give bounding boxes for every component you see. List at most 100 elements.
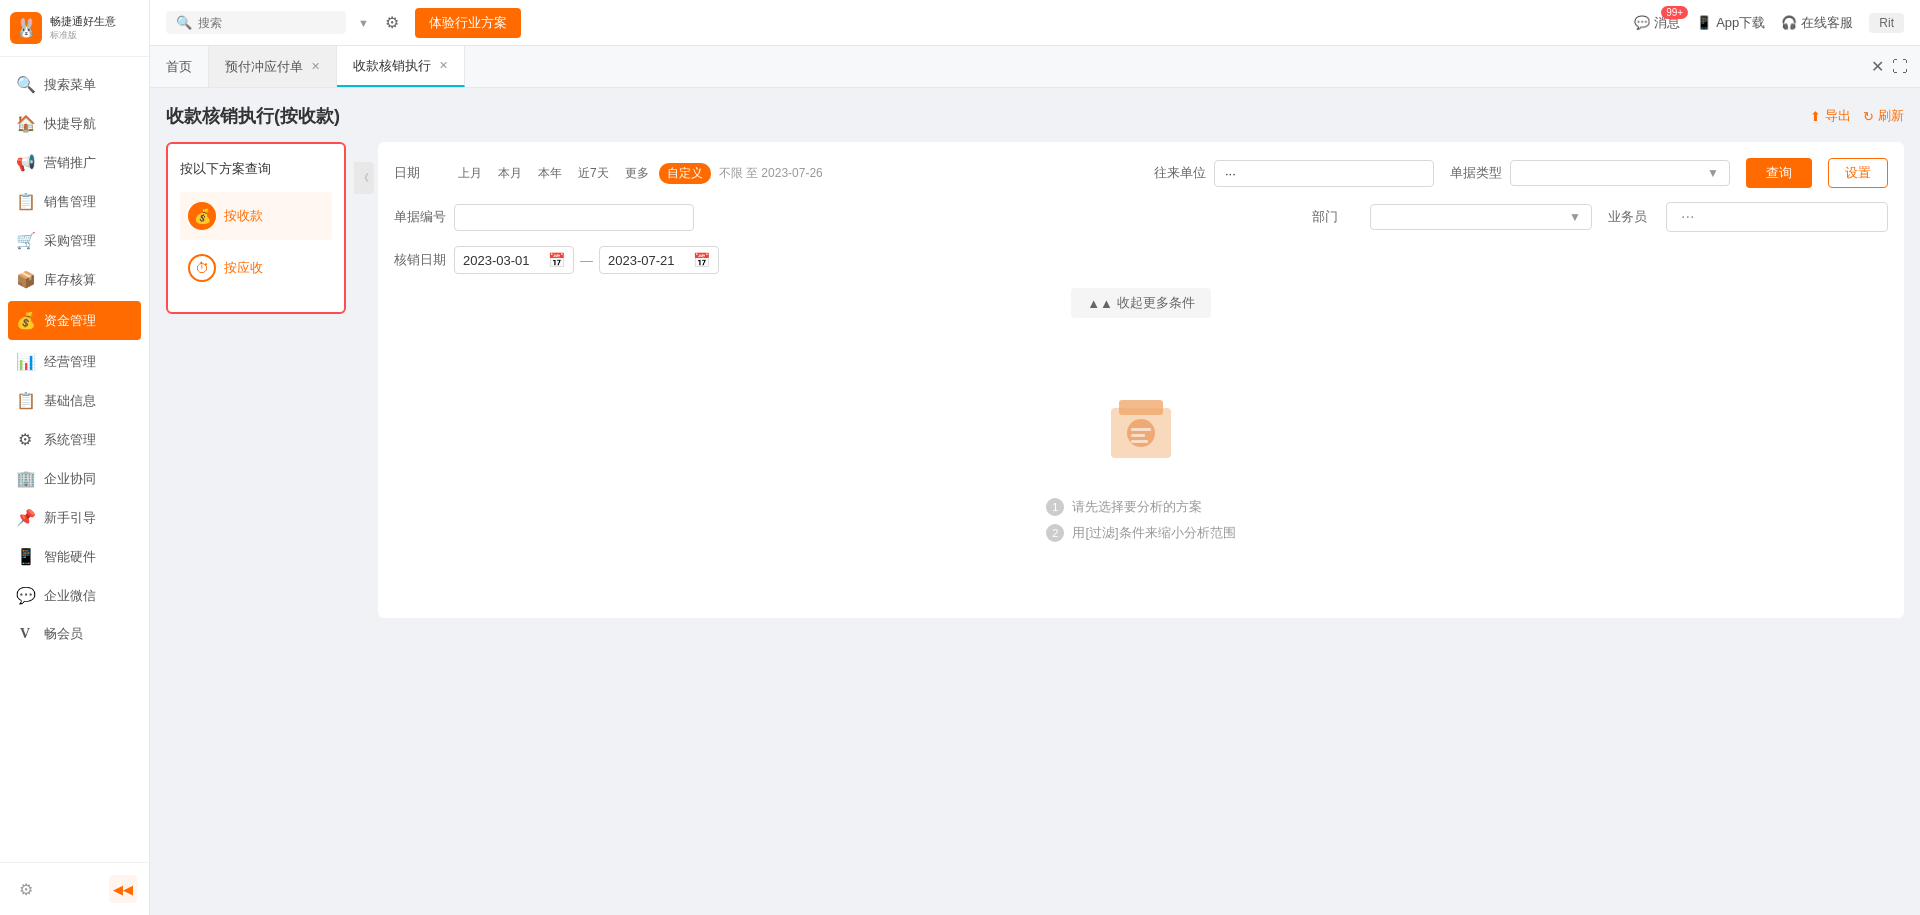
filter-receivable-label: 按应收 [224,259,263,277]
sidebar-item-enterprise[interactable]: 🏢 企业协同 [0,459,149,498]
tab-expand-icon[interactable]: ⛶ [1892,58,1908,76]
search-area: 日期 上月 本月 本年 近7天 更多 自定义 不限 至 2023-07-26 往… [378,142,1904,618]
sidebar-item-sales[interactable]: 📋 销售管理 [0,182,149,221]
tab-home[interactable]: 首页 [150,46,209,87]
tab-close-all-icon[interactable]: ✕ [1871,57,1884,76]
sidebar-item-label: 营销推广 [44,154,96,172]
export-label: 导出 [1825,107,1851,125]
sidebar-item-purchase[interactable]: 🛒 采购管理 [0,221,149,260]
tip-num-1: 1 [1046,498,1064,516]
topbar-chevron-icon[interactable]: ▼ [358,17,369,29]
doc-type-select[interactable]: ▼ [1510,160,1730,186]
sales-icon: 📋 [16,192,34,211]
partner-select[interactable]: ··· [1214,160,1434,187]
tab-home-label: 首页 [166,58,192,76]
doc-type-chevron-icon: ▼ [1707,166,1719,180]
sidebar-item-search-menu[interactable]: 🔍 搜索菜单 [0,65,149,104]
refresh-button[interactable]: ↻ 刷新 [1863,107,1904,125]
sidebar-menu: 🔍 搜索菜单 🏠 快捷导航 📢 营销推广 📋 销售管理 🛒 采购管理 📦 库存核… [0,57,149,862]
dept-field: 部门 ▼ [1312,204,1592,230]
tab-prepay-close-icon[interactable]: ✕ [311,60,320,73]
settings-button[interactable]: 设置 [1828,158,1888,188]
page-title: 收款核销执行(按收款) [166,104,340,128]
solution-button[interactable]: 体验行业方案 [415,8,521,38]
staff-select[interactable]: ··· [1666,202,1888,232]
sidebar-item-basic-info[interactable]: 📋 基础信息 [0,381,149,420]
sidebar-item-smart-hw[interactable]: 📱 智能硬件 [0,537,149,576]
system-icon: ⚙ [16,430,34,449]
sidebar-item-label: 企业微信 [44,587,96,605]
tip-num-2: 2 [1046,524,1064,542]
topbar-gear-icon[interactable]: ⚙ [385,13,399,32]
empty-illustration [1091,378,1191,478]
date-tab-last-month[interactable]: 上月 [452,163,488,184]
writeoff-start-cal-icon[interactable]: 📅 [548,252,565,268]
writeoff-end-input[interactable]: 2023-07-21 📅 [599,246,719,274]
writeoff-start-input[interactable]: 2023-03-01 📅 [454,246,574,274]
page-header-actions: ⬆ 导出 ↻ 刷新 [1810,107,1904,125]
date-tab-this-month[interactable]: 本月 [492,163,528,184]
refresh-icon: ↻ [1863,109,1874,124]
date-tab-7days[interactable]: 近7天 [572,163,615,184]
filter-receipt-label: 按收款 [224,207,263,225]
tab-bar: 首页 预付冲应付单 ✕ 收款核销执行 ✕ ✕ ⛶ [150,46,1920,88]
sidebar-collapse-button[interactable]: ◀◀ [109,875,137,903]
sidebar-item-business[interactable]: 📊 经营管理 [0,342,149,381]
more-conditions-caret-icon: ▲▲ [1087,296,1113,311]
sidebar-item-funds[interactable]: 💰 资金管理 [8,301,141,340]
doc-no-input[interactable] [454,204,694,231]
filter-item-by-receipt[interactable]: 💰 按收款 [180,192,332,240]
sidebar-item-label: 基础信息 [44,392,96,410]
date-tab-custom[interactable]: 自定义 [659,163,711,184]
member-icon: V [16,626,34,642]
sidebar-item-guide[interactable]: 📌 新手引导 [0,498,149,537]
export-button[interactable]: ⬆ 导出 [1810,107,1851,125]
sidebar-item-label: 系统管理 [44,431,96,449]
empty-tip-1-text: 请先选择要分析的方案 [1072,498,1202,516]
filter-collapse-button[interactable]: 《 [354,162,374,194]
sidebar-settings-button[interactable]: ⚙ [12,875,40,903]
sidebar-item-system[interactable]: ⚙ 系统管理 [0,420,149,459]
partner-dots: ··· [1225,166,1236,181]
online-service-action[interactable]: 🎧 在线客服 [1781,14,1853,32]
app-download-action[interactable]: 📱 App下载 [1696,14,1765,32]
inventory-icon: 📦 [16,270,34,289]
sidebar-item-label: 库存核算 [44,271,96,289]
search-menu-icon: 🔍 [16,75,34,94]
tab-spacer [465,46,1859,87]
empty-tips: 1 请先选择要分析的方案 2 用[过滤]条件来缩小分析范围 [1046,498,1235,542]
sidebar-item-member[interactable]: V 畅会员 [0,615,149,653]
query-button[interactable]: 查询 [1746,158,1812,188]
dept-select[interactable]: ▼ [1370,204,1592,230]
sidebar-item-label: 畅会员 [44,625,83,643]
sidebar-item-marketing[interactable]: 📢 营销推广 [0,143,149,182]
sidebar-item-wechat[interactable]: 💬 企业微信 [0,576,149,615]
tab-receipt-close-icon[interactable]: ✕ [439,59,448,72]
date-tab-more[interactable]: 更多 [619,163,655,184]
date-tab-this-year[interactable]: 本年 [532,163,568,184]
sidebar-item-label: 销售管理 [44,193,96,211]
svg-rect-3 [1131,428,1151,431]
filter-item-by-receivable[interactable]: ⏱ 按应收 [180,244,332,292]
message-badge: 99+ [1661,6,1688,19]
quick-nav-icon: 🏠 [16,114,34,133]
tab-receipt-offset[interactable]: 收款核销执行 ✕ [337,46,465,87]
sidebar-item-quick-nav[interactable]: 🏠 快捷导航 [0,104,149,143]
tab-prepay-offset[interactable]: 预付冲应付单 ✕ [209,46,337,87]
writeoff-end-cal-icon[interactable]: 📅 [693,252,710,268]
sidebar-item-label: 智能硬件 [44,548,96,566]
tab-receipt-label: 收款核销执行 [353,57,431,75]
topbar-search-input[interactable] [198,16,318,30]
date-separator: — [580,253,593,268]
sidebar-logo: 🐰 畅捷通好生意 标准版 [0,0,149,57]
sidebar-item-inventory[interactable]: 📦 库存核算 [0,260,149,299]
smart-hw-icon: 📱 [16,547,34,566]
filter-receivable-icon: ⏱ [188,254,216,282]
purchase-icon: 🛒 [16,231,34,250]
message-action[interactable]: 💬 消息 99+ [1634,14,1680,32]
user-name[interactable]: Rit [1869,13,1904,33]
page-content: 收款核销执行(按收款) ⬆ 导出 ↻ 刷新 按以下方案查询 💰 [150,88,1920,915]
more-conditions-button[interactable]: ▲▲ 收起更多条件 [1071,288,1211,318]
topbar-search[interactable]: 🔍 [166,11,346,34]
writeoff-date-field: 核销日期 2023-03-01 📅 — 2023-07-21 📅 [394,246,1888,274]
